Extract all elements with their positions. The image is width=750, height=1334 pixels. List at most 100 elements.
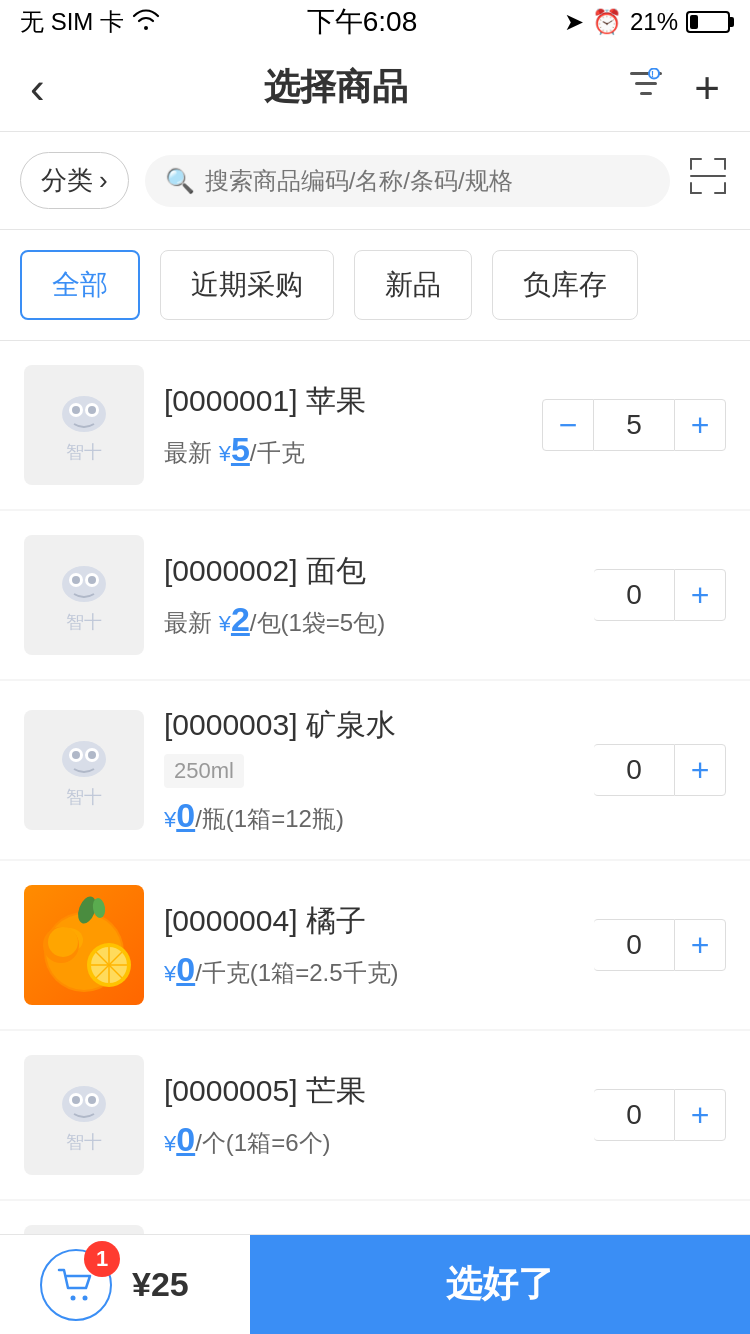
placeholder-logo: 智十 (54, 556, 114, 634)
svg-point-58 (83, 1295, 88, 1300)
svg-point-33 (48, 927, 78, 957)
quantity-input[interactable] (594, 399, 674, 451)
battery-percent: 21% (630, 8, 678, 36)
tab-all[interactable]: 全部 (20, 250, 140, 320)
carrier-label: 无 SIM 卡 (20, 6, 124, 38)
svg-rect-8 (724, 158, 726, 170)
product-info: [0000001] 苹果 最新 ¥5/千克 (164, 381, 522, 469)
tab-new[interactable]: 新品 (354, 250, 472, 320)
tab-negative[interactable]: 负库存 (492, 250, 638, 320)
product-thumbnail: 智十 (24, 710, 144, 830)
search-box: 🔍 (145, 155, 670, 207)
status-right: ➤ ⏰ 21% (564, 8, 730, 36)
nav-right-actions: ! + (628, 63, 720, 113)
filter-bar: 分类 › 🔍 (0, 132, 750, 230)
quantity-control: + (594, 1089, 726, 1141)
battery-icon (686, 11, 730, 33)
product-price: ¥0/个(1箱=6个) (164, 1120, 574, 1159)
svg-point-28 (88, 751, 96, 759)
product-info: [0000002] 面包 最新 ¥2/包(1袋=5包) (164, 551, 574, 639)
placeholder-logo: 智十 (54, 731, 114, 809)
cart-badge: 1 (84, 1241, 120, 1277)
product-price: 最新 ¥5/千克 (164, 430, 522, 469)
product-list: 智十 [0000001] 苹果 最新 ¥5/千克 − + (0, 341, 750, 1334)
product-spec: 250ml (164, 754, 244, 788)
product-info: [0000003] 矿泉水 250ml ¥0/瓶(1箱=12瓶) (164, 705, 574, 835)
product-thumbnail (24, 885, 144, 1005)
quantity-decrease-button[interactable]: − (542, 399, 594, 451)
product-price: 最新 ¥2/包(1袋=5包) (164, 600, 574, 639)
product-info: [0000004] 橘子 ¥0/千克(1箱=2.5千克) (164, 901, 574, 989)
status-time: 下午6:08 (307, 3, 418, 41)
cart-icon[interactable]: 1 (40, 1249, 112, 1321)
wifi-icon (132, 8, 160, 36)
svg-text:!: ! (651, 69, 654, 79)
back-button[interactable]: ‹ (30, 63, 45, 113)
svg-rect-13 (690, 175, 726, 177)
quantity-input[interactable] (594, 1089, 674, 1141)
list-item: 智十 [0000005] 芒果 ¥0/个(1箱=6个) + (0, 1031, 750, 1199)
quantity-control: + (594, 569, 726, 621)
quantity-input[interactable] (594, 744, 674, 796)
svg-point-27 (72, 751, 80, 759)
location-icon: ➤ (564, 8, 584, 36)
tabs-bar: 全部 近期采购 新品 负库存 (0, 230, 750, 341)
cart-section: 1 ¥25 (0, 1249, 250, 1321)
product-info: [0000005] 芒果 ¥0/个(1箱=6个) (164, 1071, 574, 1159)
category-label: 分类 (41, 163, 93, 198)
bottom-bar: 1 ¥25 选好了 (0, 1234, 750, 1334)
product-thumbnail: 智十 (24, 365, 144, 485)
quantity-increase-button[interactable]: + (674, 1089, 726, 1141)
alarm-icon: ⏰ (592, 8, 622, 36)
status-left: 无 SIM 卡 (20, 6, 160, 38)
search-icon: 🔍 (165, 167, 195, 195)
quantity-input[interactable] (594, 919, 674, 971)
svg-rect-10 (690, 182, 692, 194)
chevron-right-icon: › (99, 165, 108, 196)
list-item: 智十 [0000002] 面包 最新 ¥2/包(1袋=5包) + (0, 511, 750, 679)
list-item: 智十 [0000003] 矿泉水 250ml ¥0/瓶(1箱=12瓶) + (0, 681, 750, 859)
search-input[interactable] (205, 167, 650, 195)
product-name: [0000001] 苹果 (164, 381, 522, 422)
product-name: [0000002] 面包 (164, 551, 574, 592)
product-name: [0000003] 矿泉水 (164, 705, 574, 746)
svg-rect-12 (724, 182, 726, 194)
product-thumbnail: 智十 (24, 1055, 144, 1175)
svg-point-22 (72, 576, 80, 584)
confirm-button[interactable]: 选好了 (250, 1235, 750, 1335)
placeholder-logo: 智十 (54, 386, 114, 464)
list-item: [0000004] 橘子 ¥0/千克(1箱=2.5千克) + (0, 861, 750, 1029)
svg-rect-2 (640, 92, 652, 95)
product-name: [0000005] 芒果 (164, 1071, 574, 1112)
svg-point-17 (72, 406, 80, 414)
page-title: 选择商品 (45, 63, 629, 112)
list-item: 智十 [0000001] 苹果 最新 ¥5/千克 − + (0, 341, 750, 509)
placeholder-logo: 智十 (54, 1076, 114, 1154)
tab-recent[interactable]: 近期采购 (160, 250, 334, 320)
quantity-control: + (594, 919, 726, 971)
product-price: ¥0/瓶(1箱=12瓶) (164, 796, 574, 835)
quantity-increase-button[interactable]: + (674, 569, 726, 621)
product-thumbnail: 智十 (24, 535, 144, 655)
filter-icon[interactable]: ! (628, 68, 664, 108)
category-button[interactable]: 分类 › (20, 152, 129, 209)
svg-point-23 (88, 576, 96, 584)
scan-icon[interactable] (686, 154, 730, 207)
quantity-input[interactable] (594, 569, 674, 621)
add-icon[interactable]: + (694, 63, 720, 113)
quantity-increase-button[interactable]: + (674, 399, 726, 451)
quantity-control: − + (542, 399, 726, 451)
svg-rect-6 (690, 158, 692, 170)
svg-point-57 (71, 1295, 76, 1300)
nav-bar: ‹ 选择商品 ! + (0, 44, 750, 132)
quantity-increase-button[interactable]: + (674, 744, 726, 796)
quantity-increase-button[interactable]: + (674, 919, 726, 971)
svg-point-45 (72, 1096, 80, 1104)
product-name: [0000004] 橘子 (164, 901, 574, 942)
cart-total: ¥25 (132, 1265, 189, 1304)
svg-rect-1 (635, 82, 657, 85)
status-bar: 无 SIM 卡 下午6:08 ➤ ⏰ 21% (0, 0, 750, 44)
product-price: ¥0/千克(1箱=2.5千克) (164, 950, 574, 989)
svg-point-18 (88, 406, 96, 414)
svg-point-46 (88, 1096, 96, 1104)
